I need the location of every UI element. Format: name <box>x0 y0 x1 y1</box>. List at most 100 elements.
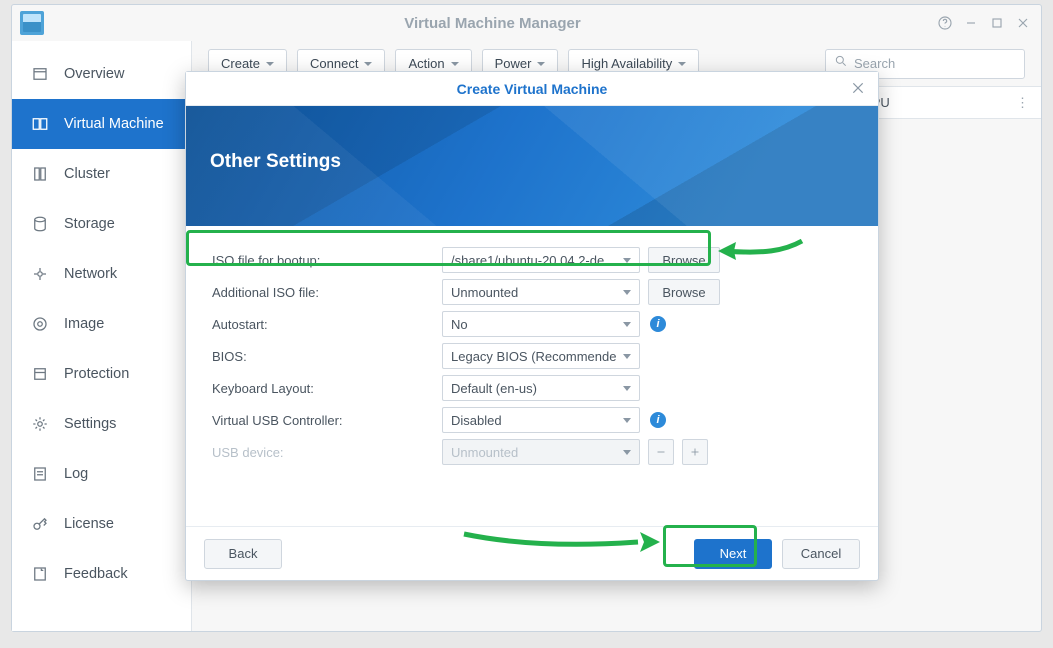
button-label: Create <box>221 56 260 71</box>
sidebar-item-label: Image <box>64 316 104 332</box>
sidebar-item-label: License <box>64 516 114 532</box>
button-label: Action <box>408 56 444 71</box>
chevron-down-icon <box>623 354 631 359</box>
dialog-banner: Other Settings <box>186 106 878 226</box>
usb-controller-select[interactable]: Disabled <box>442 407 640 433</box>
sidebar-item-label: Protection <box>64 366 129 382</box>
info-icon[interactable]: i <box>650 316 666 332</box>
info-icon[interactable]: i <box>650 412 666 428</box>
button-label: Browse <box>662 285 705 300</box>
sidebar-item-label: Feedback <box>64 566 128 582</box>
button-label: High Availability <box>581 56 672 71</box>
create-vm-dialog: Create Virtual Machine Other Settings IS… <box>185 71 879 581</box>
usb-device-select: Unmounted <box>442 439 640 465</box>
sidebar-item-settings[interactable]: Settings <box>12 399 191 449</box>
sidebar-item-network[interactable]: Network <box>12 249 191 299</box>
field-label: Keyboard Layout: <box>212 381 442 396</box>
button-label: Power <box>495 56 532 71</box>
chevron-down-icon <box>623 386 631 391</box>
keyboard-layout-select[interactable]: Default (en-us) <box>442 375 640 401</box>
dialog-footer: Back Next Cancel <box>186 526 878 580</box>
search-input[interactable] <box>854 56 1016 71</box>
log-icon <box>30 464 50 484</box>
sidebar-item-label: Virtual Machine <box>64 116 164 132</box>
dialog-close-icon[interactable] <box>850 80 868 98</box>
dialog-title-text: Create Virtual Machine <box>457 81 608 97</box>
window-title: Virtual Machine Manager <box>56 15 929 32</box>
select-value: /share1/ubuntu-20.04.2-de <box>451 253 623 268</box>
sidebar: Overview Virtual Machine Cluster Storage… <box>12 41 192 631</box>
sidebar-item-virtual-machine[interactable]: Virtual Machine <box>12 99 191 149</box>
chevron-down-icon <box>623 450 631 455</box>
field-iso-bootup: ISO file for bootup: /share1/ubuntu-20.0… <box>212 244 852 276</box>
chevron-down-icon <box>678 62 686 66</box>
iso-bootup-select[interactable]: /share1/ubuntu-20.04.2-de <box>442 247 640 273</box>
field-bios: BIOS: Legacy BIOS (Recommende <box>212 340 852 372</box>
help-icon[interactable] <box>935 13 955 33</box>
sidebar-item-label: Log <box>64 466 88 482</box>
next-button[interactable]: Next <box>694 539 772 569</box>
field-keyboard-layout: Keyboard Layout: Default (en-us) <box>212 372 852 404</box>
network-icon <box>30 264 50 284</box>
button-label: Back <box>229 546 258 561</box>
field-label: BIOS: <box>212 349 442 364</box>
autostart-select[interactable]: No <box>442 311 640 337</box>
overview-icon <box>30 64 50 84</box>
sidebar-item-log[interactable]: Log <box>12 449 191 499</box>
protection-icon <box>30 364 50 384</box>
field-additional-iso: Additional ISO file: Unmounted Browse <box>212 276 852 308</box>
button-label: Next <box>720 546 747 561</box>
select-value: Default (en-us) <box>451 381 623 396</box>
chevron-down-icon <box>623 418 631 423</box>
select-value: Legacy BIOS (Recommende <box>451 349 623 364</box>
select-value: No <box>451 317 623 332</box>
close-icon[interactable] <box>1013 13 1033 33</box>
additional-iso-browse-button[interactable]: Browse <box>648 279 720 305</box>
bios-select[interactable]: Legacy BIOS (Recommende <box>442 343 640 369</box>
field-label: USB device: <box>212 445 442 460</box>
cancel-button[interactable]: Cancel <box>782 539 860 569</box>
image-icon <box>30 314 50 334</box>
field-autostart: Autostart: No i <box>212 308 852 340</box>
vm-icon <box>30 114 50 134</box>
sidebar-item-cluster[interactable]: Cluster <box>12 149 191 199</box>
iso-bootup-browse-button[interactable]: Browse <box>648 247 720 273</box>
field-label: Additional ISO file: <box>212 285 442 300</box>
sidebar-item-label: Cluster <box>64 166 110 182</box>
dialog-form: ISO file for bootup: /share1/ubuntu-20.0… <box>186 226 878 526</box>
storage-icon <box>30 214 50 234</box>
titlebar: Virtual Machine Manager <box>12 5 1041 41</box>
sidebar-item-protection[interactable]: Protection <box>12 349 191 399</box>
sidebar-item-label: Overview <box>64 66 124 82</box>
select-value: Unmounted <box>451 285 623 300</box>
maximize-icon[interactable] <box>987 13 1007 33</box>
sidebar-item-image[interactable]: Image <box>12 299 191 349</box>
additional-iso-select[interactable]: Unmounted <box>442 279 640 305</box>
feedback-icon <box>30 564 50 584</box>
field-label: Autostart: <box>212 317 442 332</box>
sidebar-item-overview[interactable]: Overview <box>12 49 191 99</box>
dialog-section-title: Other Settings <box>210 151 341 173</box>
dialog-title: Create Virtual Machine <box>186 72 878 106</box>
sidebar-item-label: Settings <box>64 416 116 432</box>
sidebar-item-feedback[interactable]: Feedback <box>12 549 191 599</box>
minimize-icon[interactable] <box>961 13 981 33</box>
column-menu-icon[interactable]: ⋮ <box>1016 95 1041 111</box>
cluster-icon <box>30 164 50 184</box>
button-label: Connect <box>310 56 358 71</box>
chevron-down-icon <box>537 62 545 66</box>
chevron-down-icon <box>623 290 631 295</box>
app-icon <box>20 11 44 35</box>
remove-usb-button[interactable] <box>648 439 674 465</box>
sidebar-item-license[interactable]: License <box>12 499 191 549</box>
back-button[interactable]: Back <box>204 539 282 569</box>
sidebar-item-storage[interactable]: Storage <box>12 199 191 249</box>
key-icon <box>30 514 50 534</box>
chevron-down-icon <box>266 62 274 66</box>
add-usb-button[interactable] <box>682 439 708 465</box>
chevron-down-icon <box>623 258 631 263</box>
select-value: Unmounted <box>451 445 623 460</box>
field-usb-device: USB device: Unmounted <box>212 436 852 468</box>
field-label: Virtual USB Controller: <box>212 413 442 428</box>
sidebar-item-label: Storage <box>64 216 115 232</box>
